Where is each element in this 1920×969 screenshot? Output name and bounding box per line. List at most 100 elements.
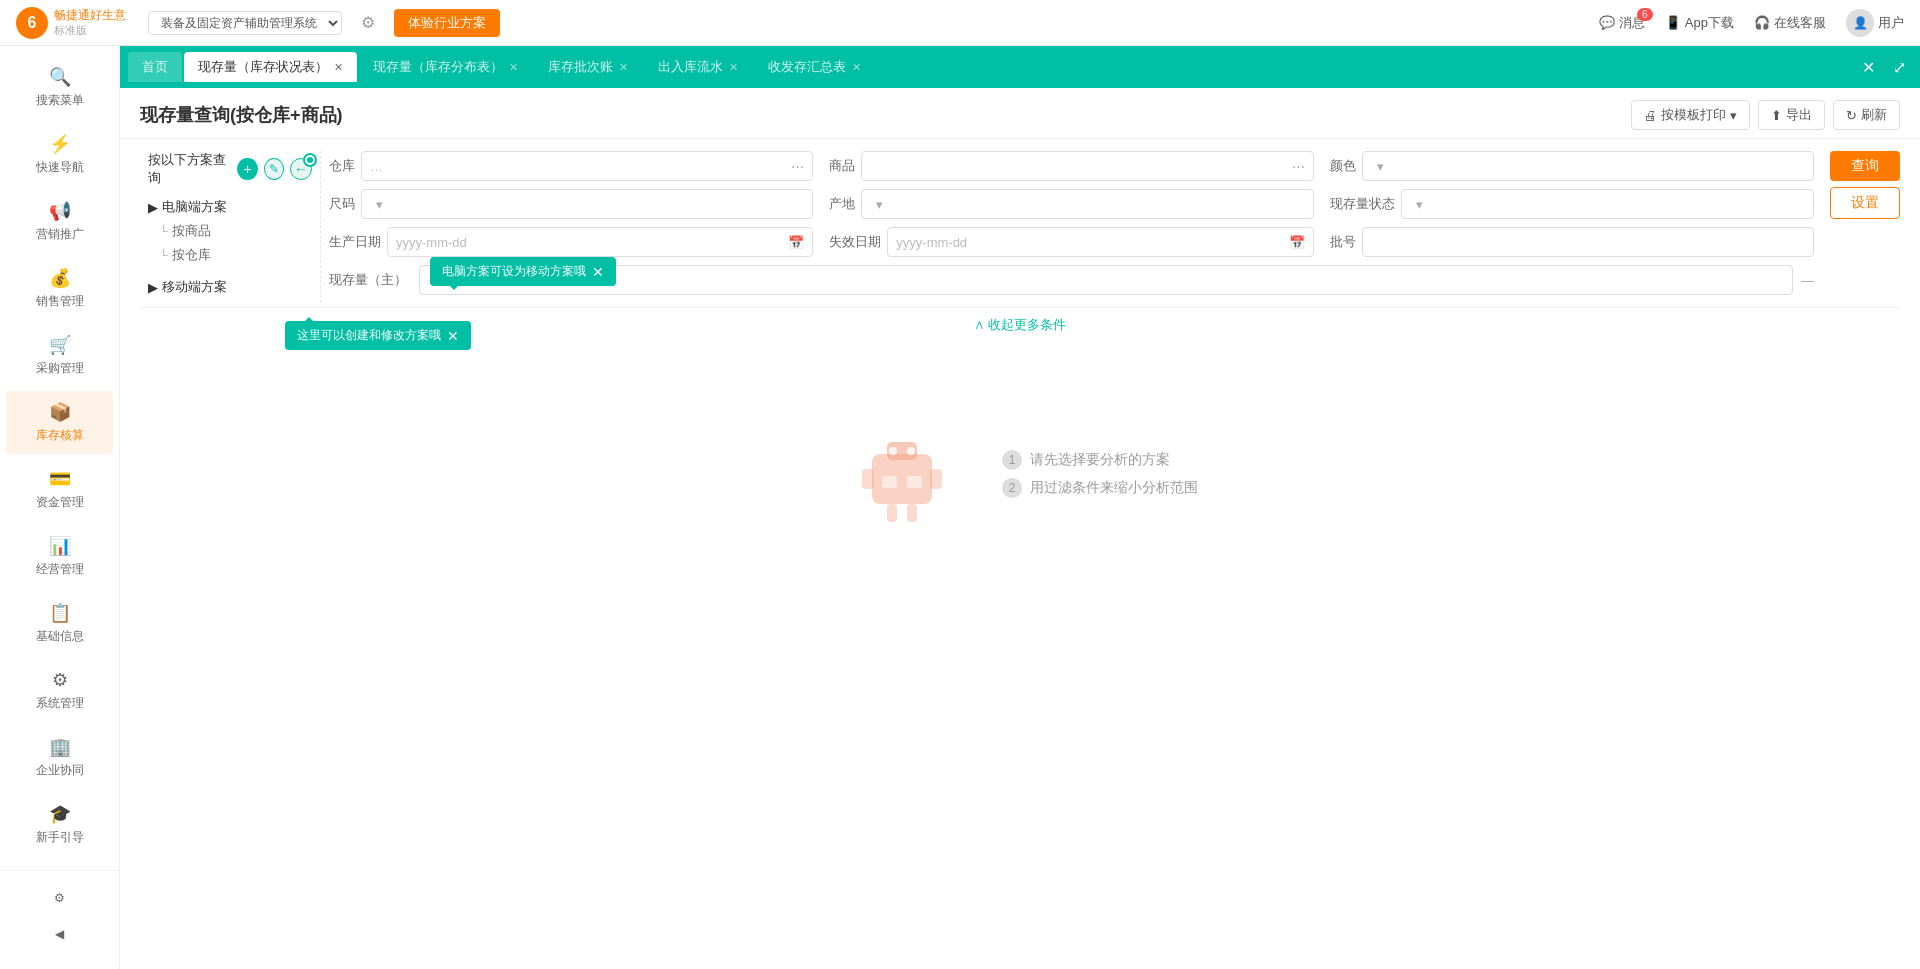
filter-row-2: 尺码 ▾ 产地	[329, 189, 1814, 219]
empty-hint-1: 1 请先选择要分析的方案	[1002, 450, 1198, 470]
batch-input[interactable]	[1362, 227, 1814, 257]
sidebar-item-finance[interactable]: 💳 资金管理	[6, 458, 113, 521]
tab-close-icon[interactable]: ✕	[852, 61, 861, 74]
tab-close-icon[interactable]: ✕	[509, 61, 518, 74]
mobile-scheme-label: 移动端方案	[162, 278, 227, 296]
chevron-down-icon3: ▾	[876, 197, 883, 212]
empty-robot-svg	[842, 414, 962, 534]
warehouse-label: 仓库	[329, 157, 355, 175]
tab-close-icon[interactable]: ✕	[729, 61, 738, 74]
tab-home[interactable]: 首页	[128, 52, 182, 82]
tooltip-2-close[interactable]: ✕	[447, 328, 459, 344]
sidebar-item-label: 企业协同	[36, 762, 84, 779]
sidebar-item-basic-info[interactable]: 📋 基础信息	[6, 592, 113, 655]
print-button[interactable]: 🖨 按模板打印 ▾	[1631, 100, 1750, 130]
user-item[interactable]: 👤 用户	[1846, 9, 1904, 37]
pc-scheme-label: 电脑端方案	[162, 198, 227, 216]
filter-label-row: 按以下方案查询 + ✎ ←	[148, 151, 312, 187]
sidebar-item-label: 资金管理	[36, 494, 84, 511]
tab-close-icon[interactable]: ✕	[334, 61, 343, 74]
maximize-button[interactable]: ⤢	[1887, 56, 1912, 79]
inv-status-label: 现存量状态	[1330, 195, 1395, 213]
calendar-icon2: 📅	[1289, 235, 1305, 250]
sidebar-item-label: 快速导航	[36, 159, 84, 176]
operation-icon: 📊	[49, 535, 71, 557]
sidebar-item-inventory[interactable]: 📦 库存核算	[6, 391, 113, 454]
expire-date-input[interactable]: yyyy-mm-dd 📅	[887, 227, 1313, 257]
sidebar-item-marketing[interactable]: 📢 营销推广	[6, 190, 113, 253]
sidebar-item-quick-nav[interactable]: ⚡ 快速导航	[6, 123, 113, 186]
color-field: 颜色 ▾	[1330, 151, 1814, 181]
sidebar-settings-button[interactable]: ⚙	[6, 881, 113, 915]
set-button[interactable]: 设置	[1830, 187, 1900, 219]
content-area: 首页 现存量（库存状况表） ✕ 现存量（库存分布表） ✕ 库存批次账 ✕ 出入库…	[120, 46, 1920, 969]
sidebar-item-enterprise[interactable]: 🏢 企业协同	[6, 726, 113, 789]
sidebar-collapse-button[interactable]: ◀	[6, 917, 113, 951]
tooltip-1-close[interactable]: ✕	[592, 264, 604, 280]
inv-amount-label: 现存量（主）	[329, 271, 407, 289]
finance-icon: 💳	[49, 468, 71, 490]
gear-button[interactable]: ⚙	[354, 9, 382, 37]
industry-button[interactable]: 体验行业方案	[394, 9, 500, 37]
sidebar-item-label: 营销推广	[36, 226, 84, 243]
goods-input[interactable]: ⋯	[861, 151, 1313, 181]
color-label: 颜色	[1330, 157, 1356, 175]
export-button[interactable]: ⬆ 导出	[1758, 100, 1825, 130]
query-button[interactable]: 查询	[1830, 151, 1900, 181]
page-header: 现存量查询(按仓库+商品) 🖨 按模板打印 ▾ ⬆ 导出 ↻	[120, 88, 1920, 139]
sidebar-item-purchase[interactable]: 🛒 采购管理	[6, 324, 113, 387]
scheme-by-goods[interactable]: └ 按商品	[148, 219, 312, 243]
system-select[interactable]: 装备及固定资产辅助管理系统	[148, 11, 342, 35]
tab-receive-summary[interactable]: 收发存汇总表 ✕	[754, 52, 875, 82]
message-item[interactable]: 💬 消息 6	[1599, 14, 1645, 32]
add-scheme-button[interactable]: +	[237, 158, 257, 180]
search-icon: 🔍	[49, 66, 71, 88]
produce-date-input[interactable]: yyyy-mm-dd 📅	[387, 227, 813, 257]
empty-hint-2: 2 用过滤条件来缩小分析范围	[1002, 478, 1198, 498]
filter-row-1: 仓库 … ⋯ 商品	[329, 151, 1814, 181]
tab-batch-approve[interactable]: 库存批次账 ✕	[534, 52, 642, 82]
enterprise-icon: 🏢	[49, 736, 71, 758]
size-select[interactable]: ▾	[361, 189, 813, 219]
sidebar-item-label: 销售管理	[36, 293, 84, 310]
tab-inventory-dist[interactable]: 现存量（库存分布表） ✕	[359, 52, 532, 82]
sidebar-item-label: 经营管理	[36, 561, 84, 578]
app-download-item[interactable]: 📱 App下载	[1665, 14, 1734, 32]
scheme-arrow-icon2: └	[160, 249, 168, 261]
logo-area: 6 畅捷通好生意 标准版	[16, 7, 136, 39]
collapse-icon: ◀	[55, 927, 64, 941]
tab-inventory-status[interactable]: 现存量（库存状况表） ✕	[184, 52, 357, 82]
batch-label: 批号	[1330, 233, 1356, 251]
sidebar-item-search[interactable]: 🔍 搜索菜单	[6, 56, 113, 119]
system-icon: ⚙	[52, 669, 68, 691]
online-support-item[interactable]: 🎧 在线客服	[1754, 14, 1826, 32]
inv-status-select[interactable]: ▾	[1401, 189, 1814, 219]
sidebar-item-label: 基础信息	[36, 628, 84, 645]
color-select[interactable]: ▾	[1362, 151, 1814, 181]
mobile-scheme-title[interactable]: ▶ 移动端方案	[148, 275, 312, 299]
warehouse-input[interactable]: … ⋯	[361, 151, 813, 181]
origin-select[interactable]: ▾	[861, 189, 1313, 219]
edit-scheme-button[interactable]: ✎	[264, 158, 284, 180]
scheme-by-warehouse[interactable]: └ 按仓库	[148, 243, 312, 267]
sidebar-item-sales[interactable]: 💰 销售管理	[6, 257, 113, 320]
pc-scheme-title[interactable]: ▶ 电脑端方案	[148, 195, 312, 219]
tab-close-icon[interactable]: ✕	[619, 61, 628, 74]
sidebar-item-guide[interactable]: 🎓 新手引导	[6, 793, 113, 856]
close-all-button[interactable]: ✕	[1856, 56, 1881, 79]
filter-row-3: 生产日期 yyyy-mm-dd 📅 失效日期	[329, 227, 1814, 257]
inv-min-input[interactable]	[419, 265, 1793, 295]
tab-label: 现存量（库存状况表）	[198, 58, 328, 76]
refresh-button[interactable]: ↻ 刷新	[1833, 100, 1900, 130]
chevron-down-icon: ▾	[1377, 159, 1384, 174]
batch-field: 批号	[1330, 227, 1814, 257]
sidebar-item-system[interactable]: ⚙ 系统管理	[6, 659, 113, 722]
empty-illustration	[842, 414, 962, 534]
tab-inout-flow[interactable]: 出入库流水 ✕	[644, 52, 752, 82]
logo-icon: 6	[16, 7, 48, 39]
tab-bar: 首页 现存量（库存状况表） ✕ 现存量（库存分布表） ✕ 库存批次账 ✕ 出入库…	[120, 46, 1920, 88]
avatar: 👤	[1846, 9, 1874, 37]
scheme-panel: 按以下方案查询 + ✎ ← ▶	[140, 151, 320, 303]
sidebar-item-operation[interactable]: 📊 经营管理	[6, 525, 113, 588]
chevron-right-icon: ▶	[148, 200, 158, 215]
